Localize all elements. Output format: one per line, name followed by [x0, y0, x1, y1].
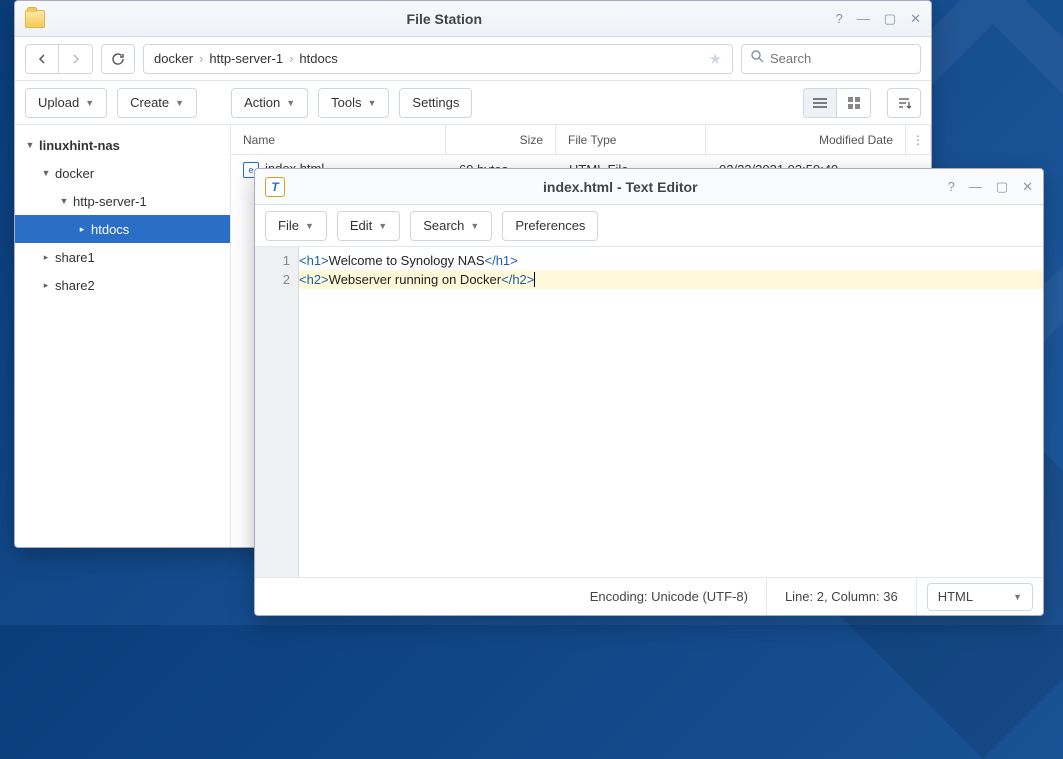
preferences-button[interactable]: Preferences — [502, 211, 598, 241]
maximize-icon[interactable]: ▢ — [884, 11, 896, 27]
chevron-down-icon: ▼ — [25, 140, 35, 150]
caret-down-icon: ▼ — [1013, 592, 1022, 602]
back-button[interactable] — [25, 44, 59, 74]
code-area[interactable]: <h1>Welcome to Synology NAS</h1> <h2>Web… — [299, 247, 1043, 577]
crumb-http-server[interactable]: http-server-1 — [209, 51, 283, 66]
help-icon[interactable]: ? — [836, 11, 843, 27]
minimize-icon[interactable]: — — [857, 11, 870, 27]
crumb-docker[interactable]: docker — [154, 51, 193, 66]
list-view-button[interactable] — [803, 88, 837, 118]
editor-body[interactable]: 1 2 <h1>Welcome to Synology NAS</h1> <h2… — [255, 247, 1043, 577]
column-menu-icon[interactable]: ⋮ — [906, 125, 931, 154]
col-name[interactable]: Name — [231, 125, 446, 154]
line-number: 2 — [259, 270, 290, 289]
close-icon[interactable]: ✕ — [910, 11, 921, 27]
search-input[interactable] — [770, 51, 912, 66]
search-menu[interactable]: Search▼ — [410, 211, 492, 241]
code-line[interactable]: <h2>Webserver running on Docker</h2> — [299, 270, 1043, 289]
chevron-right-icon: ▸ — [41, 280, 51, 291]
text-editor-window: index.html - Text Editor ? — ▢ ✕ File▼ E… — [254, 168, 1044, 616]
tree-root[interactable]: ▼linuxhint-nas — [15, 131, 230, 159]
text-editor-icon — [265, 177, 285, 197]
status-position: Line: 2, Column: 36 — [766, 578, 916, 615]
breadcrumb: docker › http-server-1 › htdocs ★ — [143, 44, 733, 74]
action-button[interactable]: Action▼ — [231, 88, 308, 118]
tree-item-share1[interactable]: ▸share1 — [15, 243, 230, 271]
crumb-htdocs[interactable]: htdocs — [299, 51, 337, 66]
forward-button[interactable] — [59, 44, 93, 74]
chevron-right-icon: › — [289, 51, 293, 66]
nav-toolbar: docker › http-server-1 › htdocs ★ — [15, 37, 931, 81]
code-line[interactable]: <h1>Welcome to Synology NAS</h1> — [299, 251, 1043, 270]
status-bar: Encoding: Unicode (UTF-8) Line: 2, Colum… — [255, 577, 1043, 615]
close-icon[interactable]: ✕ — [1022, 179, 1033, 195]
text-editor-title: index.html - Text Editor — [293, 179, 948, 195]
line-gutter: 1 2 — [255, 247, 299, 577]
text-cursor — [534, 272, 535, 287]
tree-item-htdocs[interactable]: ▸htdocs — [15, 215, 230, 243]
help-icon[interactable]: ? — [948, 179, 955, 195]
upload-button[interactable]: Upload▼ — [25, 88, 107, 118]
tools-button[interactable]: Tools▼ — [318, 88, 389, 118]
search-box[interactable] — [741, 44, 921, 74]
caret-down-icon: ▼ — [378, 221, 387, 231]
folder-icon — [25, 9, 45, 29]
file-station-titlebar[interactable]: File Station ? — ▢ ✕ — [15, 1, 931, 37]
caret-down-icon: ▼ — [286, 98, 295, 108]
chevron-right-icon: ▸ — [41, 252, 51, 263]
sort-button[interactable] — [887, 88, 921, 118]
language-select[interactable]: HTML ▼ — [927, 583, 1033, 611]
col-type[interactable]: File Type — [556, 125, 706, 154]
file-menu[interactable]: File▼ — [265, 211, 327, 241]
caret-down-icon: ▼ — [175, 98, 184, 108]
minimize-icon[interactable]: — — [969, 179, 982, 195]
line-number: 1 — [259, 251, 290, 270]
file-list-header: Name Size File Type Modified Date ⋮ — [231, 125, 931, 155]
caret-down-icon: ▼ — [305, 221, 314, 231]
caret-down-icon: ▼ — [368, 98, 377, 108]
file-station-title: File Station — [53, 11, 836, 27]
text-editor-titlebar[interactable]: index.html - Text Editor ? — ▢ ✕ — [255, 169, 1043, 205]
create-button[interactable]: Create▼ — [117, 88, 197, 118]
chevron-right-icon: ▸ — [77, 224, 87, 235]
chevron-right-icon: › — [199, 51, 203, 66]
chevron-down-icon: ▼ — [59, 196, 69, 206]
maximize-icon[interactable]: ▢ — [996, 179, 1008, 195]
col-modified[interactable]: Modified Date — [706, 125, 906, 154]
caret-down-icon: ▼ — [470, 221, 479, 231]
tree-item-http-server[interactable]: ▼http-server-1 — [15, 187, 230, 215]
tree-item-share2[interactable]: ▸share2 — [15, 271, 230, 299]
edit-menu[interactable]: Edit▼ — [337, 211, 400, 241]
folder-tree: ▼linuxhint-nas ▼docker ▼http-server-1 ▸h… — [15, 125, 231, 547]
tree-item-docker[interactable]: ▼docker — [15, 159, 230, 187]
action-toolbar: Upload▼ Create▼ Action▼ Tools▼ Settings — [15, 81, 931, 125]
status-encoding: Encoding: Unicode (UTF-8) — [572, 578, 766, 615]
editor-toolbar: File▼ Edit▼ Search▼ Preferences — [255, 205, 1043, 247]
refresh-button[interactable] — [101, 44, 135, 74]
chevron-down-icon: ▼ — [41, 168, 51, 178]
star-icon[interactable]: ★ — [709, 50, 722, 68]
settings-button[interactable]: Settings — [399, 88, 472, 118]
grid-view-button[interactable] — [837, 88, 871, 118]
search-icon — [750, 49, 764, 68]
col-size[interactable]: Size — [446, 125, 556, 154]
caret-down-icon: ▼ — [85, 98, 94, 108]
